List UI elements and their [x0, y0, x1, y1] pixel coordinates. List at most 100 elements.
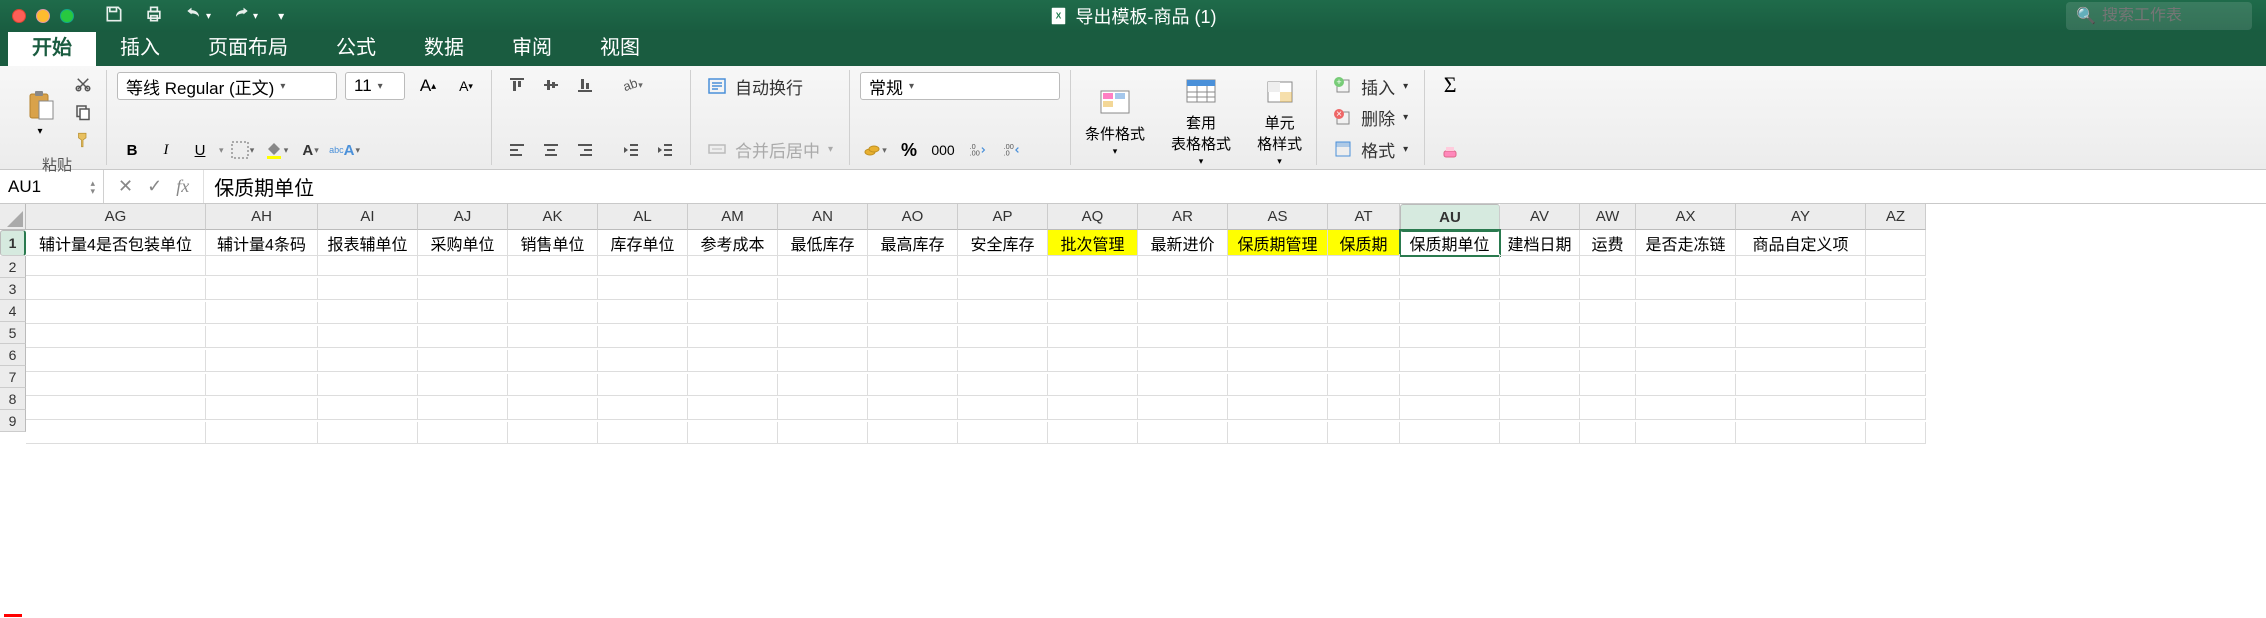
font-size-select[interactable]: 11▾: [345, 72, 405, 100]
cell-AI4[interactable]: [318, 302, 418, 324]
enter-formula-button[interactable]: ✓: [147, 176, 162, 197]
cell-AP9[interactable]: [958, 422, 1048, 444]
cell-AM2[interactable]: [688, 254, 778, 276]
cell-AS6[interactable]: [1228, 350, 1328, 372]
orientation-button[interactable]: ab▾: [616, 72, 646, 98]
cell-AR1[interactable]: 最新进价: [1138, 230, 1228, 256]
phonetic-button[interactable]: abcA▾: [330, 137, 360, 163]
comma-button[interactable]: 000: [928, 137, 958, 163]
format-painter-button[interactable]: [70, 128, 96, 152]
cell-AN7[interactable]: [778, 374, 868, 396]
cell-AJ1[interactable]: 采购单位: [418, 230, 508, 256]
insert-function-button[interactable]: fx: [176, 176, 189, 197]
cell-AH5[interactable]: [206, 326, 318, 348]
cell-AV6[interactable]: [1500, 350, 1580, 372]
cell-AW2[interactable]: [1580, 254, 1636, 276]
cell-AU9[interactable]: [1400, 422, 1500, 444]
cell-AN2[interactable]: [778, 254, 868, 276]
cell-AL6[interactable]: [598, 350, 688, 372]
cell-AT3[interactable]: [1328, 278, 1400, 300]
cell-AL5[interactable]: [598, 326, 688, 348]
column-header-AU[interactable]: AU: [1400, 204, 1500, 232]
cell-AU2[interactable]: [1400, 254, 1500, 276]
cell-AU6[interactable]: [1400, 350, 1500, 372]
insert-cells-button[interactable]: + 插入▾: [1327, 72, 1414, 100]
increase-decimal-button[interactable]: .0.00: [962, 137, 992, 163]
cell-AX5[interactable]: [1636, 326, 1736, 348]
align-top-button[interactable]: [502, 72, 532, 98]
cell-AR9[interactable]: [1138, 422, 1228, 444]
align-left-button[interactable]: [502, 137, 532, 163]
cell-AP4[interactable]: [958, 302, 1048, 324]
cell-AG9[interactable]: [26, 422, 206, 444]
cell-AZ3[interactable]: [1866, 278, 1926, 300]
qat-customize-icon[interactable]: ▾: [278, 9, 284, 23]
cell-AI3[interactable]: [318, 278, 418, 300]
cell-AM6[interactable]: [688, 350, 778, 372]
cell-AK2[interactable]: [508, 254, 598, 276]
cell-AP5[interactable]: [958, 326, 1048, 348]
cell-AU4[interactable]: [1400, 302, 1500, 324]
cell-AZ9[interactable]: [1866, 422, 1926, 444]
cell-AY1[interactable]: 商品自定义项: [1736, 230, 1866, 256]
cell-AQ1[interactable]: 批次管理: [1048, 230, 1138, 256]
cell-AP6[interactable]: [958, 350, 1048, 372]
cell-AI9[interactable]: [318, 422, 418, 444]
cell-AM5[interactable]: [688, 326, 778, 348]
percent-button[interactable]: %: [894, 137, 924, 163]
cell-AP1[interactable]: 安全库存: [958, 230, 1048, 256]
cell-AL7[interactable]: [598, 374, 688, 396]
cell-AV9[interactable]: [1500, 422, 1580, 444]
cell-AS2[interactable]: [1228, 254, 1328, 276]
cell-AQ8[interactable]: [1048, 398, 1138, 420]
border-button[interactable]: ▾: [228, 137, 258, 163]
cell-AX6[interactable]: [1636, 350, 1736, 372]
cell-AP3[interactable]: [958, 278, 1048, 300]
cell-AV1[interactable]: 建档日期: [1500, 230, 1580, 256]
cell-AO9[interactable]: [868, 422, 958, 444]
cell-AJ4[interactable]: [418, 302, 508, 324]
align-middle-button[interactable]: [536, 72, 566, 98]
cell-AN1[interactable]: 最低库存: [778, 230, 868, 256]
close-window-button[interactable]: [12, 9, 26, 23]
align-bottom-button[interactable]: [570, 72, 600, 98]
cell-AY3[interactable]: [1736, 278, 1866, 300]
autosum-button[interactable]: Σ: [1435, 72, 1465, 98]
cell-AO8[interactable]: [868, 398, 958, 420]
cell-AX3[interactable]: [1636, 278, 1736, 300]
cell-AW8[interactable]: [1580, 398, 1636, 420]
cell-AR8[interactable]: [1138, 398, 1228, 420]
increase-font-button[interactable]: A▴: [413, 73, 443, 99]
cell-AM4[interactable]: [688, 302, 778, 324]
formula-input[interactable]: [203, 170, 2266, 203]
cell-AH2[interactable]: [206, 254, 318, 276]
cell-AG7[interactable]: [26, 374, 206, 396]
row-header-5[interactable]: 5: [0, 322, 26, 344]
cell-AM7[interactable]: [688, 374, 778, 396]
cell-AS7[interactable]: [1228, 374, 1328, 396]
cell-AY5[interactable]: [1736, 326, 1866, 348]
decrease-decimal-button[interactable]: .00.0: [996, 137, 1026, 163]
cell-AI2[interactable]: [318, 254, 418, 276]
cell-AO6[interactable]: [868, 350, 958, 372]
cell-AO5[interactable]: [868, 326, 958, 348]
cell-AW6[interactable]: [1580, 350, 1636, 372]
bold-button[interactable]: B: [117, 137, 147, 163]
save-icon[interactable]: [104, 4, 124, 29]
conditional-format-button[interactable]: 条件格式▾: [1081, 83, 1149, 159]
cell-AM9[interactable]: [688, 422, 778, 444]
cell-AV5[interactable]: [1500, 326, 1580, 348]
zoom-window-button[interactable]: [60, 9, 74, 23]
cell-AY9[interactable]: [1736, 422, 1866, 444]
cell-AZ5[interactable]: [1866, 326, 1926, 348]
cell-AT7[interactable]: [1328, 374, 1400, 396]
cell-AT5[interactable]: [1328, 326, 1400, 348]
cell-AH6[interactable]: [206, 350, 318, 372]
cell-AR4[interactable]: [1138, 302, 1228, 324]
cell-AX1[interactable]: 是否走冻链: [1636, 230, 1736, 256]
cell-AQ9[interactable]: [1048, 422, 1138, 444]
decrease-indent-button[interactable]: [616, 137, 646, 163]
number-format-select[interactable]: 常规▾: [860, 72, 1060, 100]
cell-AS3[interactable]: [1228, 278, 1328, 300]
cell-AJ5[interactable]: [418, 326, 508, 348]
